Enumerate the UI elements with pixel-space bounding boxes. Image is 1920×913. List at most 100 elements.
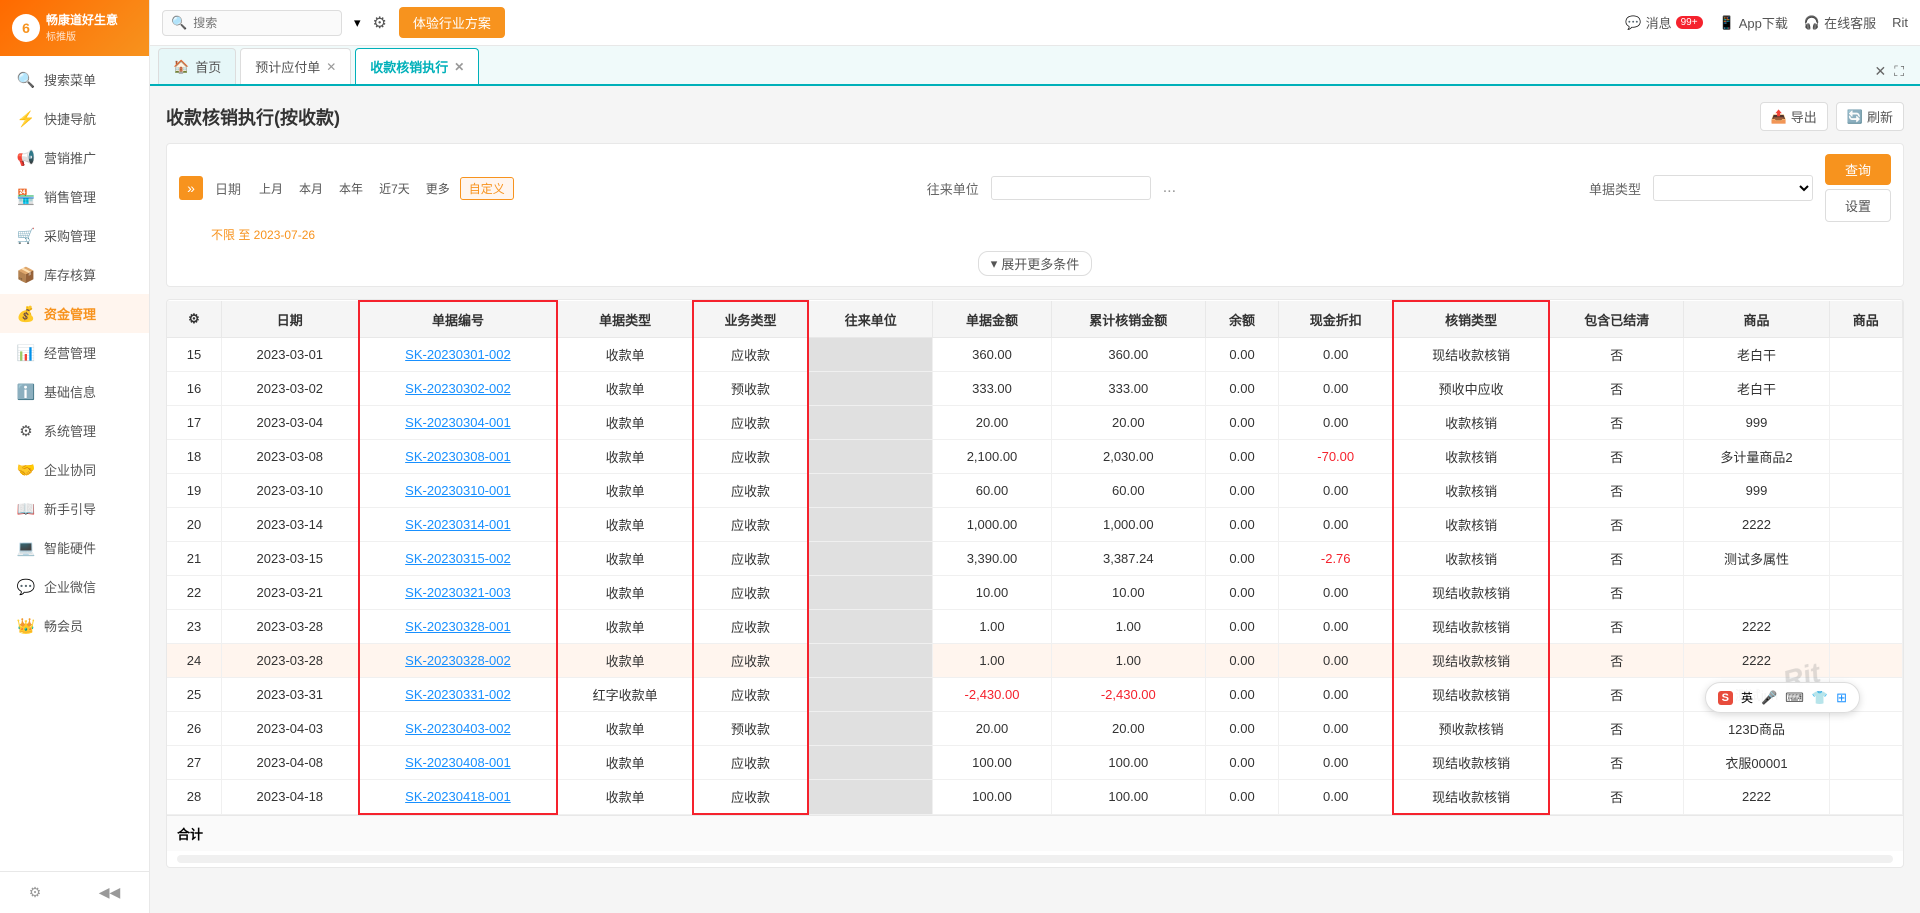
td-cum-amount: 100.00 xyxy=(1051,780,1205,815)
topbar-gear-icon[interactable]: ⚙ xyxy=(373,13,387,33)
widget-mic-icon[interactable]: 🎤 xyxy=(1761,690,1777,706)
shortcut-icon: ⚡ xyxy=(16,110,36,128)
td-bill-no[interactable]: SK-20230302-002 xyxy=(359,372,558,406)
this-year-btn[interactable]: 本年 xyxy=(333,178,369,199)
widget-keyboard-icon[interactable]: ⌨ xyxy=(1785,690,1804,706)
filter-set-button[interactable]: 设置 xyxy=(1825,189,1891,222)
sidebar-item-sales[interactable]: 🏪 销售管理 xyxy=(0,177,149,216)
last-7days-btn[interactable]: 近7天 xyxy=(373,178,416,199)
tab-home[interactable]: 🏠 首页 xyxy=(158,48,236,84)
td-bill-no[interactable]: SK-20230418-001 xyxy=(359,780,558,815)
tab-collection-close[interactable]: ✕ xyxy=(454,60,464,74)
td-bill-no[interactable]: SK-20230328-001 xyxy=(359,610,558,644)
sidebar-item-operations[interactable]: 📊 经营管理 xyxy=(0,333,149,372)
sidebar-item-purchase[interactable]: 🛒 采购管理 xyxy=(0,216,149,255)
topbar-dropdown-icon[interactable]: ▾ xyxy=(354,15,361,31)
widget-grid-icon[interactable]: ⊞ xyxy=(1836,690,1847,706)
query-button[interactable]: 查询 xyxy=(1825,154,1891,185)
tab-prepay[interactable]: 预计应付单 ✕ xyxy=(240,48,351,84)
td-verify-type: 现结收款核销 xyxy=(1393,610,1549,644)
sidebar-item-basic[interactable]: ℹ️ 基础信息 xyxy=(0,372,149,411)
search-input[interactable] xyxy=(193,16,333,30)
sidebar-item-label: 搜索菜单 xyxy=(44,70,96,89)
custom-date-btn[interactable]: 自定义 xyxy=(460,177,514,200)
topbar-search-box[interactable]: 🔍 xyxy=(162,10,342,36)
system-icon: ⚙ xyxy=(16,422,36,440)
td-bill-no[interactable]: SK-20230308-001 xyxy=(359,440,558,474)
app-download-item[interactable]: 📱 App下载 xyxy=(1719,13,1788,32)
sidebar-bottom: ⚙ ◀◀ xyxy=(0,871,149,913)
more-date-btn[interactable]: 更多 xyxy=(420,178,456,199)
online-support-item[interactable]: 🎧 在线客服 xyxy=(1804,13,1876,32)
table-row: 26 2023-04-03 SK-20230403-002 收款单 预收款 20… xyxy=(167,712,1903,746)
last-month-btn[interactable]: 上月 xyxy=(253,178,289,199)
expand-conditions-btn[interactable]: ▾ 展开更多条件 xyxy=(978,251,1093,276)
sidebar-item-inventory[interactable]: 📦 库存核算 xyxy=(0,255,149,294)
sidebar-item-marketing[interactable]: 📢 营销推广 xyxy=(0,138,149,177)
sidebar-item-shortcut[interactable]: ⚡ 快捷导航 xyxy=(0,99,149,138)
tab-prepay-close[interactable]: ✕ xyxy=(326,60,336,74)
finance-icon: 💰 xyxy=(16,305,36,323)
td-bill-no[interactable]: SK-20230408-001 xyxy=(359,746,558,780)
td-bill-no[interactable]: SK-20230315-002 xyxy=(359,542,558,576)
close-window-btn[interactable]: ✕ xyxy=(1874,63,1886,80)
home-icon: 🏠 xyxy=(173,59,189,75)
td-bill-no[interactable]: SK-20230314-001 xyxy=(359,508,558,542)
this-month-btn[interactable]: 本月 xyxy=(293,178,329,199)
sidebar-item-collab[interactable]: 🤝 企业协同 xyxy=(0,450,149,489)
td-cum-amount: 10.00 xyxy=(1051,576,1205,610)
logo-name: 畅康道好生意 xyxy=(46,13,118,29)
horizontal-scrollbar[interactable] xyxy=(177,855,1893,863)
th-included: 包含已结清 xyxy=(1549,301,1684,338)
td-included: 否 xyxy=(1549,474,1684,508)
td-date: 2023-03-14 xyxy=(221,508,358,542)
export-label: 导出 xyxy=(1791,107,1817,126)
refresh-button[interactable]: 🔄 刷新 xyxy=(1836,102,1904,131)
online-support-label: 在线客服 xyxy=(1824,13,1876,32)
td-included: 否 xyxy=(1549,746,1684,780)
td-cash-disc: 0.00 xyxy=(1279,610,1394,644)
sidebar-item-label: 系统管理 xyxy=(44,421,96,440)
td-bill-no[interactable]: SK-20230310-001 xyxy=(359,474,558,508)
sidebar-item-finance[interactable]: 💰 资金管理 xyxy=(0,294,149,333)
widget-shirt-icon[interactable]: 👕 xyxy=(1812,690,1828,706)
export-button[interactable]: 📤 导出 xyxy=(1760,102,1828,131)
td-bill-no[interactable]: SK-20230301-002 xyxy=(359,338,558,372)
td-cash-disc: 0.00 xyxy=(1279,474,1394,508)
tab-collection[interactable]: 收款核销执行 ✕ xyxy=(355,48,479,84)
partner-input[interactable] xyxy=(991,176,1151,200)
td-bill-no[interactable]: SK-20230331-002 xyxy=(359,678,558,712)
tab-collection-label: 收款核销执行 xyxy=(370,57,448,76)
maximize-window-btn[interactable]: ⛶ xyxy=(1894,63,1904,80)
td-bill-no[interactable]: SK-20230304-001 xyxy=(359,406,558,440)
messages-item[interactable]: 💬 消息 99+ xyxy=(1625,13,1702,32)
td-date: 2023-03-28 xyxy=(221,610,358,644)
td-partner xyxy=(808,644,933,678)
sidebar-collapse-btn[interactable]: ◀◀ xyxy=(91,880,129,905)
sidebar-item-search[interactable]: 🔍 搜索菜单 xyxy=(0,60,149,99)
td-bill-no[interactable]: SK-20230321-003 xyxy=(359,576,558,610)
sidebar-item-hardware[interactable]: 💻 智能硬件 xyxy=(0,528,149,567)
td-biz-type: 预收款 xyxy=(693,372,808,406)
td-verify-type: 现结收款核销 xyxy=(1393,644,1549,678)
td-bill-no[interactable]: SK-20230328-002 xyxy=(359,644,558,678)
filter-collapse-btn[interactable]: » xyxy=(179,176,203,200)
sidebar-settings-btn[interactable]: ⚙ xyxy=(21,880,50,905)
td-cum-amount: 20.00 xyxy=(1051,406,1205,440)
sidebar-item-vip[interactable]: 👑 畅会员 xyxy=(0,606,149,645)
sidebar-item-guide[interactable]: 📖 新手引导 xyxy=(0,489,149,528)
inventory-icon: 📦 xyxy=(16,266,36,284)
solution-button[interactable]: 体验行业方案 xyxy=(399,7,505,38)
bill-type-select[interactable] xyxy=(1653,175,1813,201)
user-avatar[interactable]: Rit xyxy=(1892,15,1908,30)
topbar-right: 💬 消息 99+ 📱 App下载 🎧 在线客服 Rit xyxy=(1625,13,1908,32)
td-biz-type: 应收款 xyxy=(693,610,808,644)
sidebar-item-system[interactable]: ⚙ 系统管理 xyxy=(0,411,149,450)
window-buttons: ✕ ⛶ xyxy=(1866,63,1912,84)
tab-home-label: 首页 xyxy=(195,57,221,76)
table-row: 24 2023-03-28 SK-20230328-002 收款单 应收款 1.… xyxy=(167,644,1903,678)
td-bill-no[interactable]: SK-20230403-002 xyxy=(359,712,558,746)
td-amount: -2,430.00 xyxy=(933,678,1051,712)
sidebar-item-wechat[interactable]: 💬 企业微信 xyxy=(0,567,149,606)
partner-dots[interactable]: ... xyxy=(1163,179,1176,197)
